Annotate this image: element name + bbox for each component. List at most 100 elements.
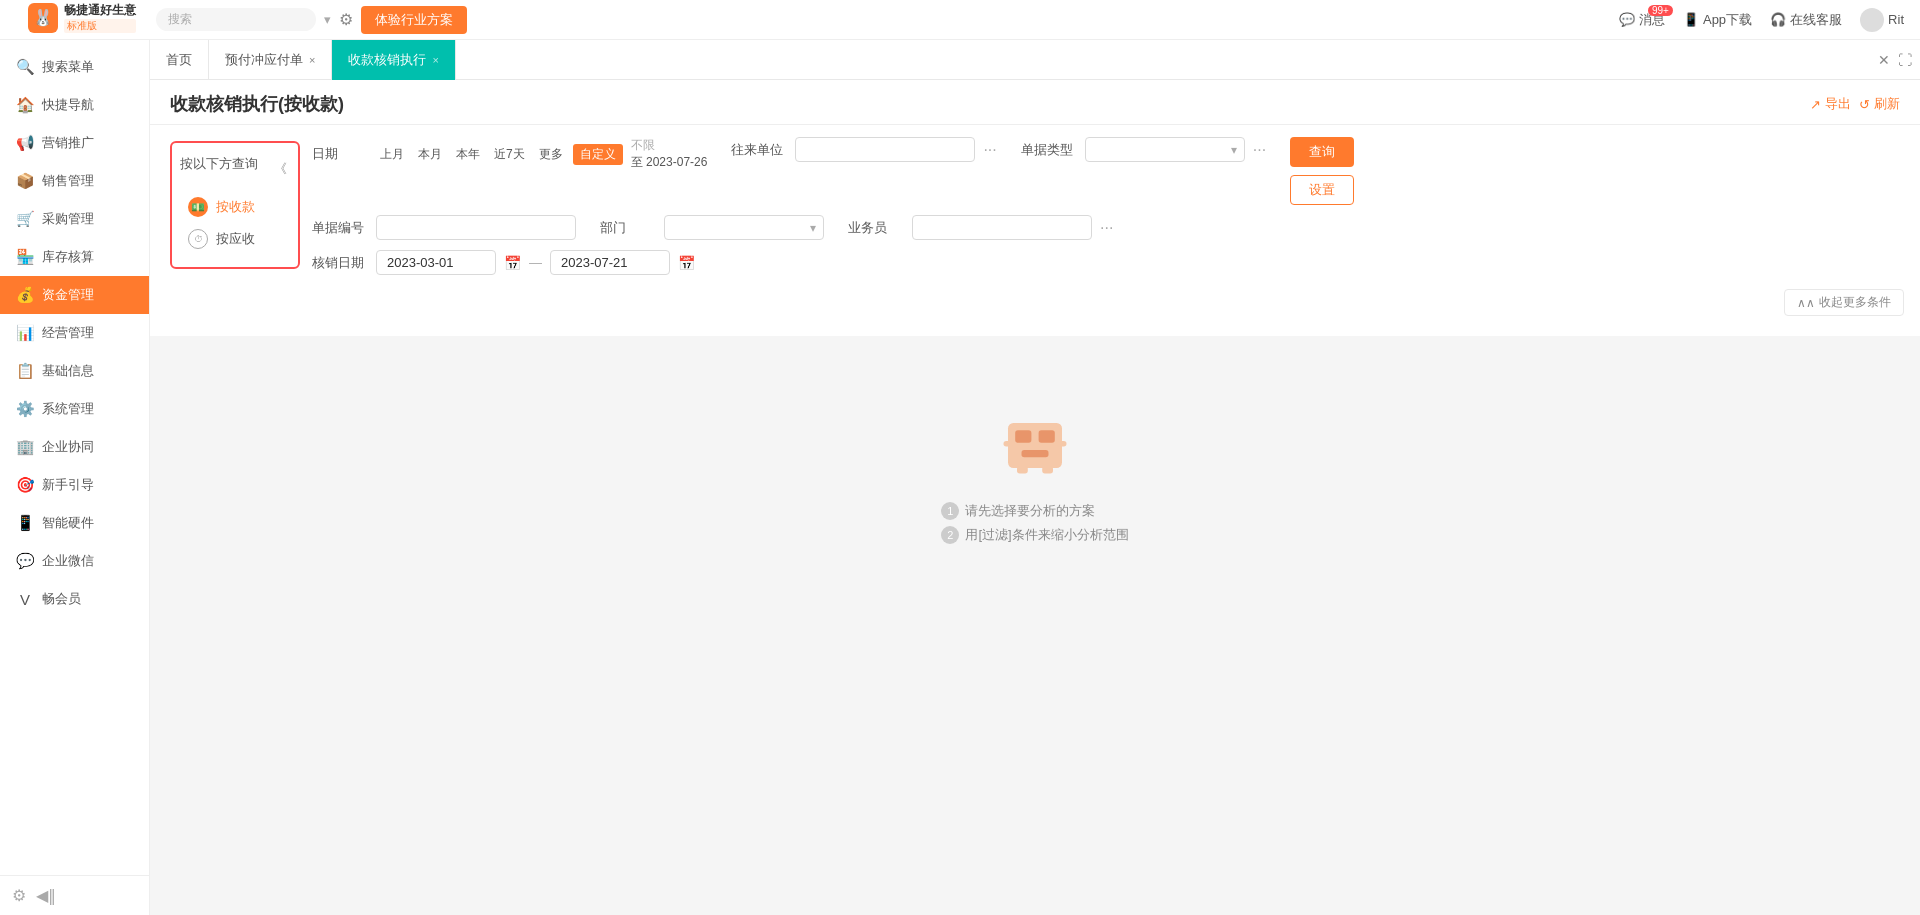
tab-collection[interactable]: 收款核销执行 × — [332, 40, 455, 80]
partner-more-icon[interactable]: ··· — [983, 141, 996, 159]
collapse-more-btn[interactable]: ∧∧ 收起更多条件 — [1784, 289, 1904, 316]
query-btn[interactable]: 查询 — [1290, 137, 1354, 167]
collapse-chevron-icon: ∧∧ — [1797, 296, 1815, 310]
date-btn-last-month[interactable]: 上月 — [376, 144, 408, 165]
logo-icon: 🐰 — [28, 3, 58, 33]
sidebar-item-inventory[interactable]: 🏪 库存核算 — [0, 238, 149, 276]
refresh-btn[interactable]: ↺ 刷新 — [1859, 95, 1900, 113]
topbar-search-bar[interactable]: 搜索 — [156, 8, 316, 31]
sidebar-item-enterprise[interactable]: 🏢 企业协同 — [0, 428, 149, 466]
writeoff-date-label: 核销日期 — [312, 254, 368, 272]
sidebar-item-search-menu[interactable]: 🔍 搜索菜单 — [0, 48, 149, 86]
online-service-btn[interactable]: 🎧 在线客服 — [1770, 11, 1842, 29]
sidebar-item-newbie[interactable]: 🎯 新手引导 — [0, 466, 149, 504]
tab-expand-btn[interactable]: ⛶ — [1898, 52, 1912, 68]
sidebar-label-wechat: 企业微信 — [42, 552, 94, 570]
app-download-btn[interactable]: 📱 App下载 — [1683, 11, 1752, 29]
inventory-icon: 🏪 — [16, 248, 34, 266]
settings-icon[interactable]: ⚙ — [12, 886, 26, 905]
logo-area: 🐰 畅捷通好生意 标准版 — [16, 0, 148, 45]
sidebar-item-management[interactable]: 📊 经营管理 — [0, 314, 149, 352]
sidebar-label-enterprise: 企业协同 — [42, 438, 94, 456]
quick-nav-icon: 🏠 — [16, 96, 34, 114]
filter-side-panel: 按以下方查询 《 💵 按收款 ⏱ 按应收 — [170, 141, 300, 269]
collapse-sidebar-icon[interactable]: ◀‖ — [36, 886, 56, 905]
doc-type-select-wrapper — [1085, 137, 1245, 162]
filter-side-item-receivable[interactable]: ⏱ 按应收 — [180, 223, 290, 255]
doc-type-select[interactable] — [1085, 137, 1245, 162]
date-btn-this-year[interactable]: 本年 — [452, 144, 484, 165]
page-header: 收款核销执行(按收款) ↗ 导出 ↺ 刷新 — [150, 80, 1920, 125]
tab-prepay-label: 预付冲应付单 — [225, 51, 303, 69]
writeoff-date-range: 📅 — 📅 — [376, 250, 695, 275]
partner-input[interactable] — [795, 137, 975, 162]
sidebar-label-vip: 畅会员 — [42, 590, 81, 608]
filter-side-receivable-label: 按应收 — [216, 230, 255, 248]
export-btn[interactable]: ↗ 导出 — [1810, 95, 1851, 113]
svg-rect-5 — [1058, 441, 1067, 446]
management-icon: 📊 — [16, 324, 34, 342]
message-badge: 99+ — [1648, 5, 1673, 16]
sidebar-item-finance[interactable]: 💰 资金管理 — [0, 276, 149, 314]
date-btn-7days[interactable]: 近7天 — [490, 144, 529, 165]
sidebar-item-quick-nav[interactable]: 🏠 快捷导航 — [0, 86, 149, 124]
salesperson-input[interactable] — [912, 215, 1092, 240]
newbie-icon: 🎯 — [16, 476, 34, 494]
salesperson-more-icon[interactable]: ··· — [1100, 219, 1113, 237]
tab-close-all-btn[interactable]: ✕ — [1878, 52, 1890, 68]
sidebar-item-wechat[interactable]: 💬 企业微信 — [0, 542, 149, 580]
calendar-start-icon[interactable]: 📅 — [504, 255, 521, 271]
message-btn[interactable]: 💬 消息 99+ — [1619, 11, 1665, 29]
sidebar-item-sales[interactable]: 📦 销售管理 — [0, 162, 149, 200]
content-area: 首页 预付冲应付单 × 收款核销执行 × ✕ ⛶ 收款核销执行(按收款) — [150, 40, 1920, 915]
tab-prepay-close[interactable]: × — [309, 54, 315, 66]
filter-query-col: 查询 设置 — [1290, 137, 1354, 205]
user-info[interactable]: Rit — [1860, 8, 1904, 32]
sidebar-nav: 🔍 搜索菜单 🏠 快捷导航 📢 营销推广 📦 销售管理 🛒 采购管理 🏪 — [0, 48, 149, 875]
tab-home[interactable]: 首页 — [150, 40, 209, 80]
app-icon: 📱 — [1683, 12, 1699, 27]
settings-btn[interactable]: 设置 — [1290, 175, 1354, 205]
filter-side-title: 按以下方查询 — [180, 155, 258, 173]
sidebar-item-hardware[interactable]: 📱 智能硬件 — [0, 504, 149, 542]
collapse-arrow[interactable]: 《 — [270, 159, 290, 179]
date-btn-this-month[interactable]: 本月 — [414, 144, 446, 165]
sidebar-item-purchase[interactable]: 🛒 采购管理 — [0, 200, 149, 238]
filter-row-2: 单据编号 部门 业务员 — [312, 215, 1904, 240]
doc-number-input[interactable] — [376, 215, 576, 240]
dept-select[interactable] — [664, 215, 824, 240]
date-btns: 上月 本月 本年 近7天 更多 自定义 — [376, 144, 623, 165]
svg-rect-6 — [1017, 466, 1028, 473]
sidebar-label-search-menu: 搜索菜单 — [42, 58, 94, 76]
step-2-num: 2 — [941, 526, 959, 544]
sidebar-item-basic-info[interactable]: 📋 基础信息 — [0, 352, 149, 390]
sidebar-item-vip[interactable]: V 畅会员 — [0, 580, 149, 618]
logo-subtitle: 标准版 — [64, 19, 136, 33]
writeoff-date-start[interactable] — [376, 250, 496, 275]
sidebar-label-management: 经营管理 — [42, 324, 94, 342]
filter-side-receipt-label: 按收款 — [216, 198, 255, 216]
receivable-icon: ⏱ — [188, 229, 208, 249]
gear-icon[interactable]: ⚙ — [339, 10, 353, 29]
sidebar-label-basic-info: 基础信息 — [42, 362, 94, 380]
app-label: App下载 — [1703, 11, 1752, 29]
filter-side-item-receipt[interactable]: 💵 按收款 — [180, 191, 290, 223]
hardware-icon: 📱 — [16, 514, 34, 532]
empty-state: 1 请先选择要分析的方案 2 用[过滤]条件来缩小分析范围 — [150, 336, 1920, 610]
user-name: Rit — [1888, 12, 1904, 27]
sidebar-item-marketing[interactable]: 📢 营销推广 — [0, 124, 149, 162]
doc-type-more-icon[interactable]: ··· — [1253, 141, 1266, 159]
dropdown-icon[interactable]: ▾ — [324, 12, 331, 27]
date-btn-more[interactable]: 更多 — [535, 144, 567, 165]
tab-collection-close[interactable]: × — [432, 54, 438, 66]
sidebar-item-system[interactable]: ⚙️ 系统管理 — [0, 390, 149, 428]
collapse-more-label: 收起更多条件 — [1819, 294, 1891, 311]
tab-bar-actions: ✕ ⛶ — [1878, 52, 1920, 68]
calendar-end-icon[interactable]: 📅 — [678, 255, 695, 271]
department-label: 部门 — [600, 219, 656, 237]
logo-title: 畅捷通好生意 — [64, 2, 136, 19]
doc-type-filter-group: 单据类型 ··· — [1021, 137, 1266, 162]
industry-btn[interactable]: 体验行业方案 — [361, 6, 467, 34]
tab-prepay[interactable]: 预付冲应付单 × — [209, 40, 332, 80]
writeoff-date-end[interactable] — [550, 250, 670, 275]
